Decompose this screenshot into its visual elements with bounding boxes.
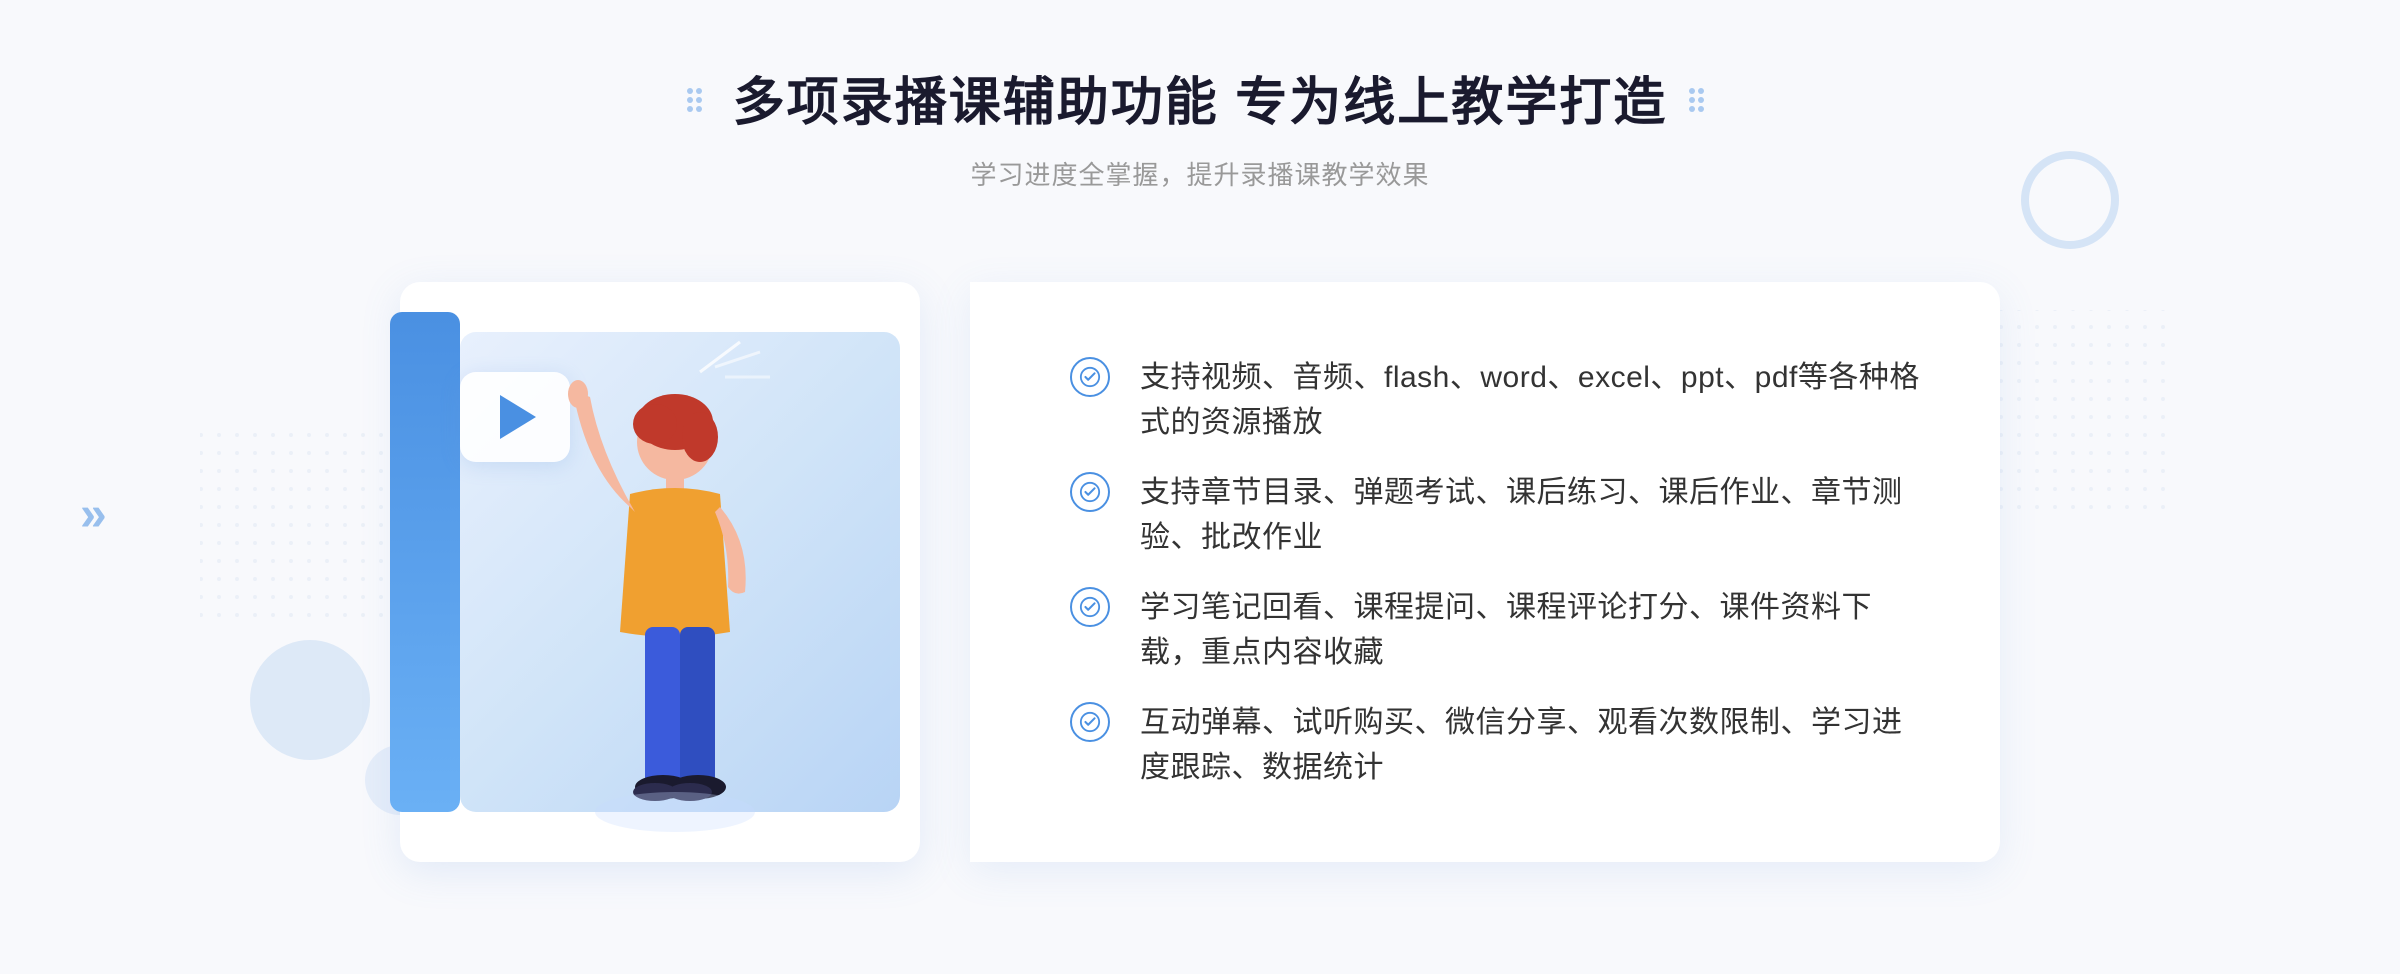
check-icon-4 xyxy=(1070,702,1110,742)
left-dots-icon xyxy=(685,86,713,114)
feature-item-2: 支持章节目录、弹题考试、课后练习、课后作业、章节测验、批改作业 xyxy=(1070,460,1920,570)
features-panel: 支持视频、音频、flash、word、excel、ppt、pdf等各种格式的资源… xyxy=(970,282,2000,862)
blue-strip xyxy=(390,312,460,812)
illustration-panel xyxy=(400,252,1000,892)
checkmark-svg-1 xyxy=(1079,366,1101,388)
page-container: » 多项录播课辅助功能 专为线上教学打造 xyxy=(0,0,2400,974)
feature-item-4: 互动弹幕、试听购买、微信分享、观看次数限制、学习进度跟踪、数据统计 xyxy=(1070,690,1920,800)
main-content: 支持视频、音频、flash、word、excel、ppt、pdf等各种格式的资源… xyxy=(400,222,2000,922)
feature-text-2: 支持章节目录、弹题考试、课后练习、课后作业、章节测验、批改作业 xyxy=(1140,470,1920,560)
checkmark-svg-4 xyxy=(1079,711,1101,733)
feature-text-4: 互动弹幕、试听购买、微信分享、观看次数限制、学习进度跟踪、数据统计 xyxy=(1140,700,1920,790)
title-row: 多项录播课辅助功能 专为线上教学打造 xyxy=(0,60,2400,135)
feature-text-1: 支持视频、音频、flash、word、excel、ppt、pdf等各种格式的资源… xyxy=(1140,355,1920,445)
check-icon-3 xyxy=(1070,587,1110,627)
svg-text:»: » xyxy=(80,488,107,541)
checkmark-svg-3 xyxy=(1079,596,1101,618)
check-icon-2 xyxy=(1070,472,1110,512)
checkmark-svg-2 xyxy=(1079,481,1101,503)
feature-item-3: 学习笔记回看、课程提问、课程评论打分、课件资料下载，重点内容收藏 xyxy=(1070,575,1920,685)
main-title: 多项录播课辅助功能 专为线上教学打造 xyxy=(733,60,1667,135)
feature-text-3: 学习笔记回看、课程提问、课程评论打分、课件资料下载，重点内容收藏 xyxy=(1140,585,1920,675)
check-icon-1 xyxy=(1070,357,1110,397)
person-figure xyxy=(460,312,820,892)
feature-item-1: 支持视频、音频、flash、word、excel、ppt、pdf等各种格式的资源… xyxy=(1070,345,1920,455)
header-section: 多项录播课辅助功能 专为线上教学打造 学习进度全掌握，提升录播课教学效果 xyxy=(0,0,2400,222)
right-dots-icon xyxy=(1687,86,1715,114)
subtitle: 学习进度全掌握，提升录播课教学效果 xyxy=(0,155,2400,192)
